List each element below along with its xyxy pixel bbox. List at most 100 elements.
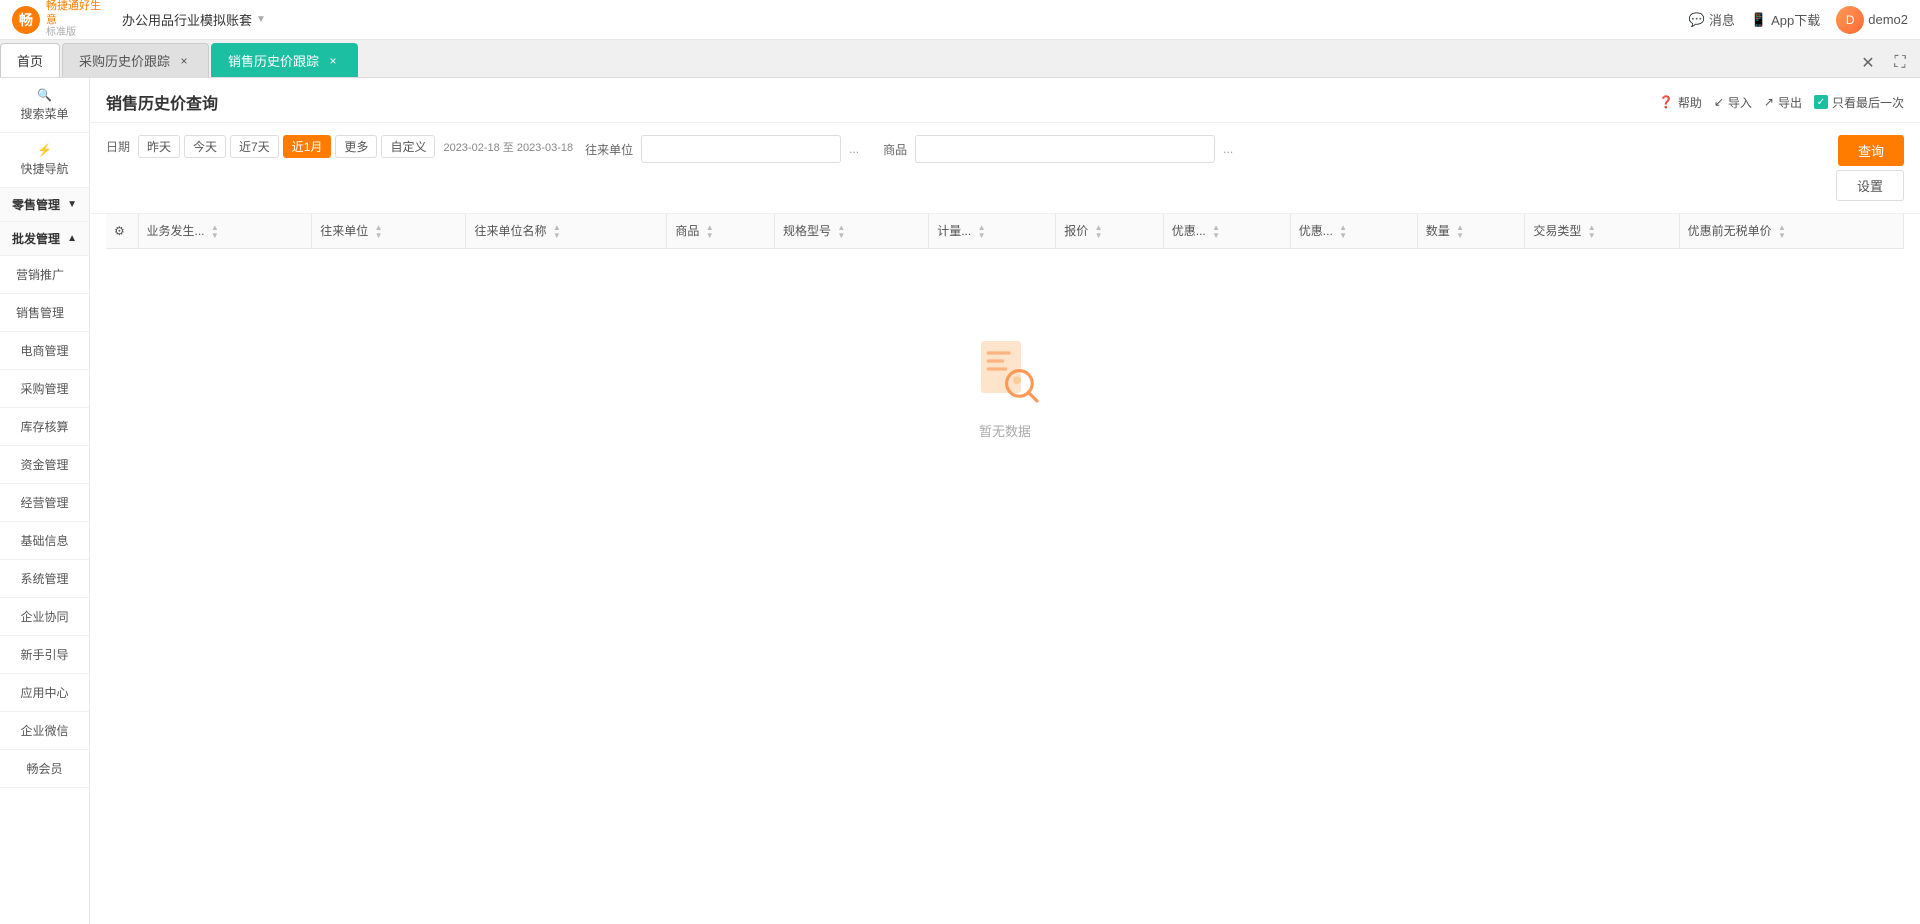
logo-icon: 畅: [12, 6, 40, 34]
checkbox-checked-icon: ✓: [1814, 95, 1828, 109]
query-button[interactable]: 查询: [1838, 135, 1904, 166]
date-btn-more[interactable]: 更多: [335, 135, 377, 158]
date-filter-row: 日期 昨天 今天 近7天 近1月 更多 自定义 2023-02-18 至 202…: [106, 135, 573, 158]
tab-close-purchase[interactable]: ×: [176, 53, 192, 69]
export-icon: ↗: [1764, 95, 1774, 109]
col-discount2[interactable]: 优惠... ▲ ▼: [1290, 214, 1417, 248]
col-discount1[interactable]: 优惠... ▲ ▼: [1163, 214, 1290, 248]
chevron-up-icon: ▲: [67, 233, 77, 244]
sidebar-item-operations[interactable]: 经营管理: [0, 484, 89, 522]
sidebar-item-app-center[interactable]: 应用中心: [0, 674, 89, 712]
company-name: 办公用品行业模拟账套: [122, 10, 252, 29]
table-header-row: ⚙ 业务发生... ▲ ▼ 往来单位 ▲: [106, 214, 1904, 248]
col-qty[interactable]: 数量 ▲ ▼: [1417, 214, 1525, 248]
settings-button[interactable]: 设置: [1836, 170, 1904, 201]
only-last-checkbox-label[interactable]: ✓ 只看最后一次: [1814, 94, 1904, 111]
sidebar-item-purchase-mgmt[interactable]: 采购管理: [0, 370, 89, 408]
help-icon: ❓: [1659, 95, 1674, 109]
sidebar-item-search[interactable]: 🔍 搜索菜单: [0, 78, 89, 133]
date-btn-today[interactable]: 今天: [184, 135, 226, 158]
filter-right: 查询 设置: [1836, 135, 1904, 201]
sort-icons-quote: ▲ ▼: [1095, 224, 1103, 240]
page-actions: ❓ 帮助 ↙ 导入 ↗ 导出 ✓ 只看最后一次: [1659, 94, 1904, 111]
sidebar-item-basic-info[interactable]: 基础信息: [0, 522, 89, 560]
col-unit[interactable]: 计量... ▲ ▼: [929, 214, 1056, 248]
tab-fullscreen-btn[interactable]: ⛶: [1888, 51, 1912, 75]
product-label: 商品: [883, 141, 907, 158]
date-btn-7days[interactable]: 近7天: [230, 135, 279, 158]
message-icon: 💬: [1689, 12, 1705, 28]
partner-label: 往来单位: [585, 141, 633, 158]
col-quote[interactable]: 报价 ▲ ▼: [1056, 214, 1164, 248]
empty-state: 暂无数据: [106, 249, 1904, 480]
sidebar-item-retail-mgmt[interactable]: 零售管理 ▼: [0, 188, 89, 222]
sidebar-item-ecommerce[interactable]: 电商管理: [0, 332, 89, 370]
sort-icons-partner-code: ▲ ▼: [375, 224, 383, 240]
product-dots[interactable]: ...: [1223, 142, 1233, 156]
sort-icons-discount1: ▲ ▼: [1212, 224, 1220, 240]
filter-area: 日期 昨天 今天 近7天 近1月 更多 自定义 2023-02-18 至 202…: [90, 123, 1920, 214]
message-btn[interactable]: 💬 消息: [1689, 10, 1735, 29]
company-selector[interactable]: 办公用品行业模拟账套 ▼: [114, 6, 274, 33]
tab-close-all-btn[interactable]: ✕: [1856, 51, 1880, 75]
sidebar-item-marketing[interactable]: 营销推广: [0, 256, 89, 294]
page-header: 销售历史价查询 ❓ 帮助 ↙ 导入 ↗ 导出 ✓ 只看最后一次: [90, 78, 1920, 123]
sidebar-item-enterprise-collab[interactable]: 企业协同: [0, 598, 89, 636]
sidebar-item-enterprise-wechat[interactable]: 企业微信: [0, 712, 89, 750]
col-partner-name[interactable]: 往来单位名称 ▲ ▼: [466, 214, 667, 248]
sidebar-item-system-mgmt[interactable]: 系统管理: [0, 560, 89, 598]
date-buttons: 昨天 今天 近7天 近1月 更多 自定义: [138, 135, 435, 158]
partner-input[interactable]: [641, 135, 841, 163]
sidebar-item-wholesale-mgmt[interactable]: 批发管理 ▲: [0, 222, 89, 256]
chevron-down-icon: ▼: [67, 199, 77, 210]
data-table: ⚙ 业务发生... ▲ ▼ 往来单位 ▲: [106, 214, 1904, 249]
logo-area: 畅 畅捷通好生意 标准版: [12, 0, 106, 38]
sort-icons-biz-date: ▲ ▼: [211, 224, 219, 240]
sidebar-item-membership[interactable]: 畅会员: [0, 750, 89, 788]
col-partner-code[interactable]: 往来单位 ▲ ▼: [312, 214, 466, 248]
import-btn[interactable]: ↙ 导入: [1714, 94, 1752, 111]
filter-inputs-row: 往来单位 ... 商品 ...: [585, 135, 1824, 163]
sidebar-item-finance[interactable]: 资金管理: [0, 446, 89, 484]
sort-icons-discount2: ▲ ▼: [1339, 224, 1347, 240]
export-btn[interactable]: ↗ 导出: [1764, 94, 1802, 111]
tab-purchase-history[interactable]: 采购历史价跟踪 ×: [62, 43, 209, 77]
sort-icons-price-before-tax: ▲ ▼: [1778, 224, 1786, 240]
empty-text: 暂无数据: [979, 421, 1031, 440]
table-settings-icon[interactable]: ⚙: [114, 224, 125, 238]
col-price-before-tax[interactable]: 优惠前无税单价 ▲ ▼: [1679, 214, 1903, 248]
sidebar-item-quick-nav[interactable]: ⚡ 快捷导航: [0, 133, 89, 188]
date-btn-1month[interactable]: 近1月: [283, 135, 332, 158]
product-input[interactable]: [915, 135, 1215, 163]
sort-icons-qty: ▲ ▼: [1456, 224, 1464, 240]
sort-icons-spec: ▲ ▼: [837, 224, 845, 240]
date-btn-yesterday[interactable]: 昨天: [138, 135, 180, 158]
dropdown-icon: ▼: [256, 14, 266, 25]
help-btn[interactable]: ❓ 帮助: [1659, 94, 1702, 111]
col-spec[interactable]: 规格型号 ▲ ▼: [774, 214, 928, 248]
top-bar-left: 畅 畅捷通好生意 标准版 办公用品行业模拟账套 ▼: [12, 0, 274, 38]
app-download-btn[interactable]: 📱 App下载: [1751, 10, 1820, 29]
search-icon: 🔍: [37, 88, 52, 102]
tab-close-sales[interactable]: ×: [325, 53, 341, 69]
table-container: ⚙ 业务发生... ▲ ▼ 往来单位 ▲: [90, 214, 1920, 480]
tab-sales-history[interactable]: 销售历史价跟踪 ×: [211, 43, 358, 77]
partner-dots[interactable]: ...: [849, 142, 859, 156]
sort-icons-partner-name: ▲ ▼: [553, 224, 561, 240]
tab-home[interactable]: 首页: [0, 43, 60, 77]
main-layout: 🔍 搜索菜单 ⚡ 快捷导航 零售管理 ▼ 批发管理 ▲ 营销推广 销售管理 电商…: [0, 78, 1920, 924]
logo-text: 畅捷通好生意 标准版: [46, 0, 106, 38]
sidebar-item-tutorial[interactable]: 新手引导: [0, 636, 89, 674]
col-settings[interactable]: ⚙: [106, 214, 138, 248]
col-trade-type[interactable]: 交易类型 ▲ ▼: [1525, 214, 1679, 248]
sidebar-item-inventory[interactable]: 库存核算: [0, 408, 89, 446]
sidebar-item-sales-mgmt[interactable]: 销售管理: [0, 294, 89, 332]
page-title: 销售历史价查询: [106, 90, 218, 114]
sort-icons-trade-type: ▲ ▼: [1588, 224, 1596, 240]
col-product[interactable]: 商品 ▲ ▼: [667, 214, 775, 248]
user-area[interactable]: D demo2: [1836, 6, 1908, 34]
tab-bar: 首页 采购历史价跟踪 × 销售历史价跟踪 × ✕ ⛶: [0, 40, 1920, 78]
top-bar-right: 💬 消息 📱 App下载 D demo2: [1689, 6, 1908, 34]
col-biz-date[interactable]: 业务发生... ▲ ▼: [138, 214, 312, 248]
date-btn-custom[interactable]: 自定义: [381, 135, 435, 158]
